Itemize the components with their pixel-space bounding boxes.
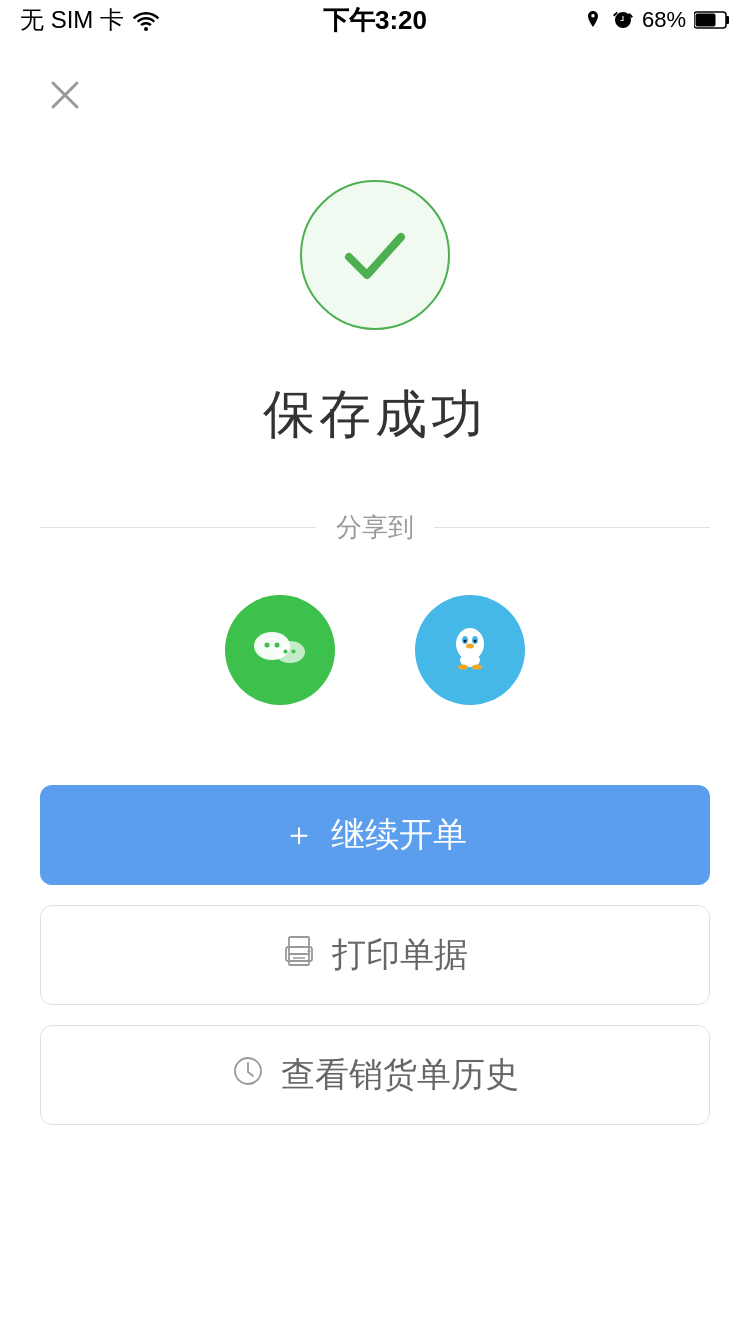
success-icon-circle bbox=[300, 180, 450, 330]
status-left: 无 SIM 卡 bbox=[20, 4, 160, 36]
plus-icon: ＋ bbox=[283, 813, 315, 857]
svg-point-25 bbox=[308, 950, 311, 953]
svg-point-17 bbox=[466, 644, 474, 649]
history-button-label: 查看销货单历史 bbox=[281, 1052, 519, 1098]
svg-rect-1 bbox=[726, 16, 729, 24]
svg-point-8 bbox=[275, 643, 280, 648]
alarm-icon bbox=[612, 9, 634, 31]
continue-button-label: 继续开单 bbox=[331, 812, 467, 858]
clock-icon bbox=[231, 1054, 265, 1096]
print-button[interactable]: 打印单据 bbox=[40, 905, 710, 1005]
main-content: 保存成功 分享到 bbox=[0, 120, 750, 1334]
svg-rect-21 bbox=[289, 954, 309, 965]
printer-icon bbox=[282, 934, 316, 976]
wifi-icon bbox=[132, 9, 160, 31]
share-label: 分享到 bbox=[336, 510, 414, 545]
share-icons-row bbox=[225, 595, 525, 705]
qq-share-button[interactable] bbox=[415, 595, 525, 705]
wechat-share-button[interactable] bbox=[225, 595, 335, 705]
svg-point-7 bbox=[265, 643, 270, 648]
divider-left bbox=[40, 527, 316, 528]
svg-point-15 bbox=[464, 640, 467, 643]
svg-rect-2 bbox=[696, 14, 716, 27]
status-bar: 无 SIM 卡 下午3:20 68% bbox=[0, 0, 750, 40]
location-icon bbox=[582, 9, 604, 31]
continue-button[interactable]: ＋ 继续开单 bbox=[40, 785, 710, 885]
action-buttons: ＋ 继续开单 打印单据 bbox=[40, 785, 710, 1125]
svg-point-18 bbox=[458, 665, 468, 670]
success-title: 保存成功 bbox=[263, 380, 487, 450]
svg-point-6 bbox=[275, 641, 305, 663]
wechat-icon bbox=[246, 616, 314, 684]
checkmark-icon bbox=[335, 215, 415, 295]
share-divider: 分享到 bbox=[40, 510, 710, 545]
svg-point-9 bbox=[284, 650, 288, 654]
close-button[interactable] bbox=[40, 70, 90, 120]
history-button[interactable]: 查看销货单历史 bbox=[40, 1025, 710, 1125]
status-right: 68% bbox=[582, 7, 730, 33]
svg-point-10 bbox=[292, 650, 296, 654]
status-time: 下午3:20 bbox=[323, 3, 427, 38]
svg-rect-20 bbox=[289, 937, 309, 947]
battery-label: 68% bbox=[642, 7, 686, 33]
print-button-label: 打印单据 bbox=[332, 932, 468, 978]
svg-point-16 bbox=[474, 640, 477, 643]
divider-right bbox=[434, 527, 710, 528]
no-sim-label: 无 SIM 卡 bbox=[20, 4, 124, 36]
battery-icon bbox=[694, 11, 730, 29]
qq-icon bbox=[436, 616, 504, 684]
svg-point-19 bbox=[472, 665, 482, 670]
